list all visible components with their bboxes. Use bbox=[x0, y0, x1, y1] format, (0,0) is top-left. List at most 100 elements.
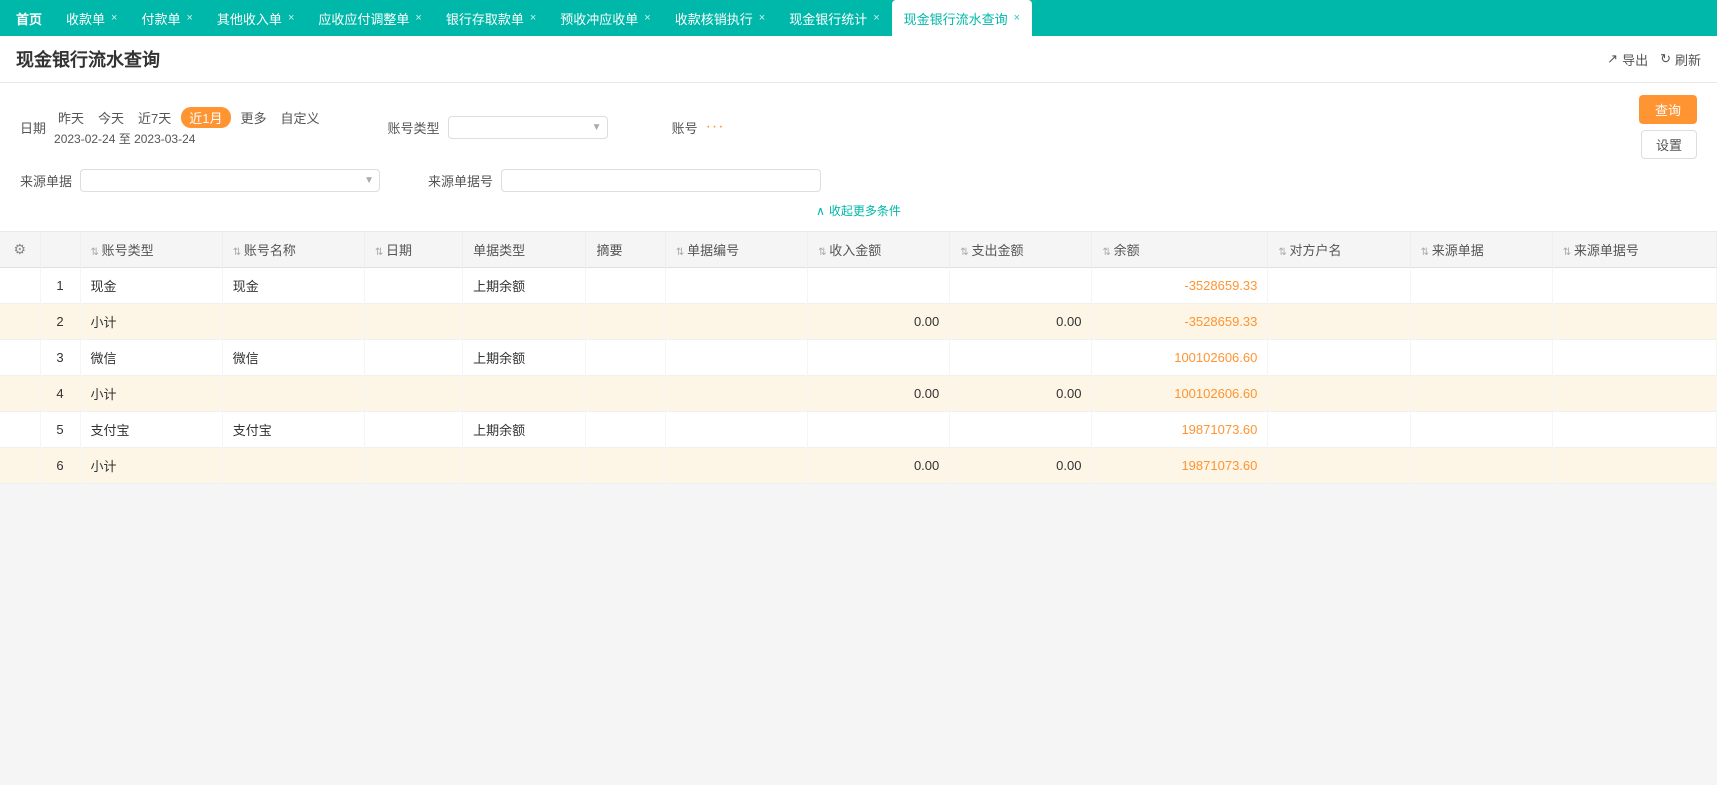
col-account-name-header[interactable]: ⇅ 账号名称 bbox=[222, 232, 364, 268]
row-source-doc-num bbox=[1552, 376, 1716, 412]
row-balance: 100102606.60 bbox=[1092, 340, 1268, 376]
nav-bank-deposit[interactable]: 银行存取款单 × bbox=[434, 0, 548, 36]
row-income bbox=[808, 340, 950, 376]
source-doc-num-filter: 来源单据号 bbox=[428, 169, 821, 192]
sort-icon: ⇅ bbox=[818, 247, 829, 258]
date-options: 昨天 今天 近7天 近1月 更多 自定义 bbox=[54, 107, 324, 128]
account-label: 账号 bbox=[672, 118, 698, 137]
row-source-doc-num bbox=[1552, 268, 1716, 304]
col-expense-header[interactable]: ⇅ 支出金额 bbox=[950, 232, 1092, 268]
close-icon[interactable]: × bbox=[111, 12, 117, 24]
row-date bbox=[364, 412, 462, 448]
nav-receipt[interactable]: 收款单 × bbox=[54, 0, 129, 36]
top-navigation: 首页 收款单 × 付款单 × 其他收入单 × 应收应付调整单 × 银行存取款单 … bbox=[0, 0, 1717, 36]
row-doc-num bbox=[665, 376, 807, 412]
export-button[interactable]: ↗ 导出 bbox=[1607, 50, 1648, 69]
query-button[interactable]: 查询 bbox=[1639, 95, 1697, 124]
row-account-name bbox=[222, 376, 364, 412]
col-income-header[interactable]: ⇅ 收入金额 bbox=[808, 232, 950, 268]
row-balance: 19871073.60 bbox=[1092, 412, 1268, 448]
row-expense: 0.00 bbox=[950, 304, 1092, 340]
row-account-name bbox=[222, 448, 364, 484]
row-source-doc-num bbox=[1552, 412, 1716, 448]
row-summary bbox=[586, 340, 665, 376]
source-doc-num-label: 来源单据号 bbox=[428, 171, 493, 190]
row-date bbox=[364, 340, 462, 376]
date-btn-1month[interactable]: 近1月 bbox=[181, 107, 230, 128]
account-filter: 账号 ··· bbox=[672, 118, 725, 137]
row-settings-cell bbox=[0, 376, 40, 412]
row-counterpart bbox=[1268, 376, 1410, 412]
row-num: 2 bbox=[40, 304, 80, 340]
row-num: 3 bbox=[40, 340, 80, 376]
row-counterpart bbox=[1268, 304, 1410, 340]
row-summary bbox=[586, 304, 665, 340]
col-settings: ⚙ bbox=[0, 232, 40, 268]
data-table: ⚙ ⇅ 账号类型 ⇅ 账号名称 ⇅ 日期 单据类型 摘要 ⇅ 单据编号 bbox=[0, 232, 1717, 484]
date-label: 日期 bbox=[20, 118, 46, 137]
export-icon: ↗ bbox=[1607, 51, 1618, 67]
date-btn-custom[interactable]: 自定义 bbox=[277, 107, 324, 128]
row-income: 0.00 bbox=[808, 448, 950, 484]
col-counterpart-header[interactable]: ⇅ 对方户名 bbox=[1268, 232, 1410, 268]
row-source-doc-num bbox=[1552, 340, 1716, 376]
col-source-doc-header[interactable]: ⇅ 来源单据 bbox=[1410, 232, 1552, 268]
date-btn-today[interactable]: 今天 bbox=[94, 107, 128, 128]
row-account-type: 现金 bbox=[80, 268, 222, 304]
row-summary bbox=[586, 268, 665, 304]
date-btn-yesterday[interactable]: 昨天 bbox=[54, 107, 88, 128]
close-icon[interactable]: × bbox=[186, 12, 192, 24]
close-icon[interactable]: × bbox=[644, 12, 650, 24]
row-account-name bbox=[222, 304, 364, 340]
row-doc-type bbox=[463, 448, 586, 484]
col-source-doc-num-header[interactable]: ⇅ 来源单据号 bbox=[1552, 232, 1716, 268]
col-account-type-header[interactable]: ⇅ 账号类型 bbox=[80, 232, 222, 268]
column-settings-icon[interactable]: ⚙ bbox=[13, 241, 26, 257]
nav-home[interactable]: 首页 bbox=[4, 0, 54, 36]
nav-payment[interactable]: 付款单 × bbox=[129, 0, 204, 36]
close-icon[interactable]: × bbox=[530, 12, 536, 24]
row-balance: -3528659.33 bbox=[1092, 268, 1268, 304]
row-num: 4 bbox=[40, 376, 80, 412]
nav-flow-query[interactable]: 现金银行流水查询 × bbox=[892, 0, 1032, 36]
row-account-type: 支付宝 bbox=[80, 412, 222, 448]
account-dots-button[interactable]: ··· bbox=[706, 118, 725, 136]
table-row: 1现金现金上期余额-3528659.33 bbox=[0, 268, 1717, 304]
nav-other-income[interactable]: 其他收入单 × bbox=[205, 0, 306, 36]
date-btn-7days[interactable]: 近7天 bbox=[134, 107, 175, 128]
collapse-bar[interactable]: ∧ 收起更多条件 bbox=[20, 202, 1697, 219]
nav-advance[interactable]: 预收冲应收单 × bbox=[548, 0, 662, 36]
close-icon[interactable]: × bbox=[759, 12, 765, 24]
page-title: 现金银行流水查询 bbox=[16, 46, 160, 72]
refresh-button[interactable]: ↻ 刷新 bbox=[1660, 50, 1701, 69]
row-doc-type bbox=[463, 376, 586, 412]
close-icon[interactable]: × bbox=[415, 12, 421, 24]
row-income bbox=[808, 268, 950, 304]
row-doc-num bbox=[665, 304, 807, 340]
col-date-header[interactable]: ⇅ 日期 bbox=[364, 232, 462, 268]
row-account-type: 小计 bbox=[80, 376, 222, 412]
date-btn-more[interactable]: 更多 bbox=[237, 107, 271, 128]
nav-writeoff[interactable]: 收款核销执行 × bbox=[663, 0, 777, 36]
row-summary bbox=[586, 376, 665, 412]
source-doc-num-input[interactable] bbox=[501, 169, 821, 192]
table-body: 1现金现金上期余额-3528659.332小计0.000.00-3528659.… bbox=[0, 268, 1717, 484]
row-account-name: 微信 bbox=[222, 340, 364, 376]
settings-button[interactable]: 设置 bbox=[1641, 130, 1697, 159]
source-doc-select[interactable] bbox=[80, 169, 380, 192]
close-icon[interactable]: × bbox=[873, 12, 879, 24]
close-icon[interactable]: × bbox=[1014, 12, 1020, 24]
col-doc-num-header[interactable]: ⇅ 单据编号 bbox=[665, 232, 807, 268]
account-type-select[interactable] bbox=[448, 116, 608, 139]
row-source-doc bbox=[1410, 448, 1552, 484]
close-icon[interactable]: × bbox=[288, 12, 294, 24]
nav-adjustment[interactable]: 应收应付调整单 × bbox=[306, 0, 433, 36]
col-balance-header[interactable]: ⇅ 余额 bbox=[1092, 232, 1268, 268]
row-num: 5 bbox=[40, 412, 80, 448]
row-counterpart bbox=[1268, 340, 1410, 376]
nav-stats[interactable]: 现金银行统计 × bbox=[777, 0, 891, 36]
row-income: 0.00 bbox=[808, 376, 950, 412]
row-expense bbox=[950, 268, 1092, 304]
sort-icon: ⇅ bbox=[1421, 247, 1432, 258]
table-row: 2小计0.000.00-3528659.33 bbox=[0, 304, 1717, 340]
